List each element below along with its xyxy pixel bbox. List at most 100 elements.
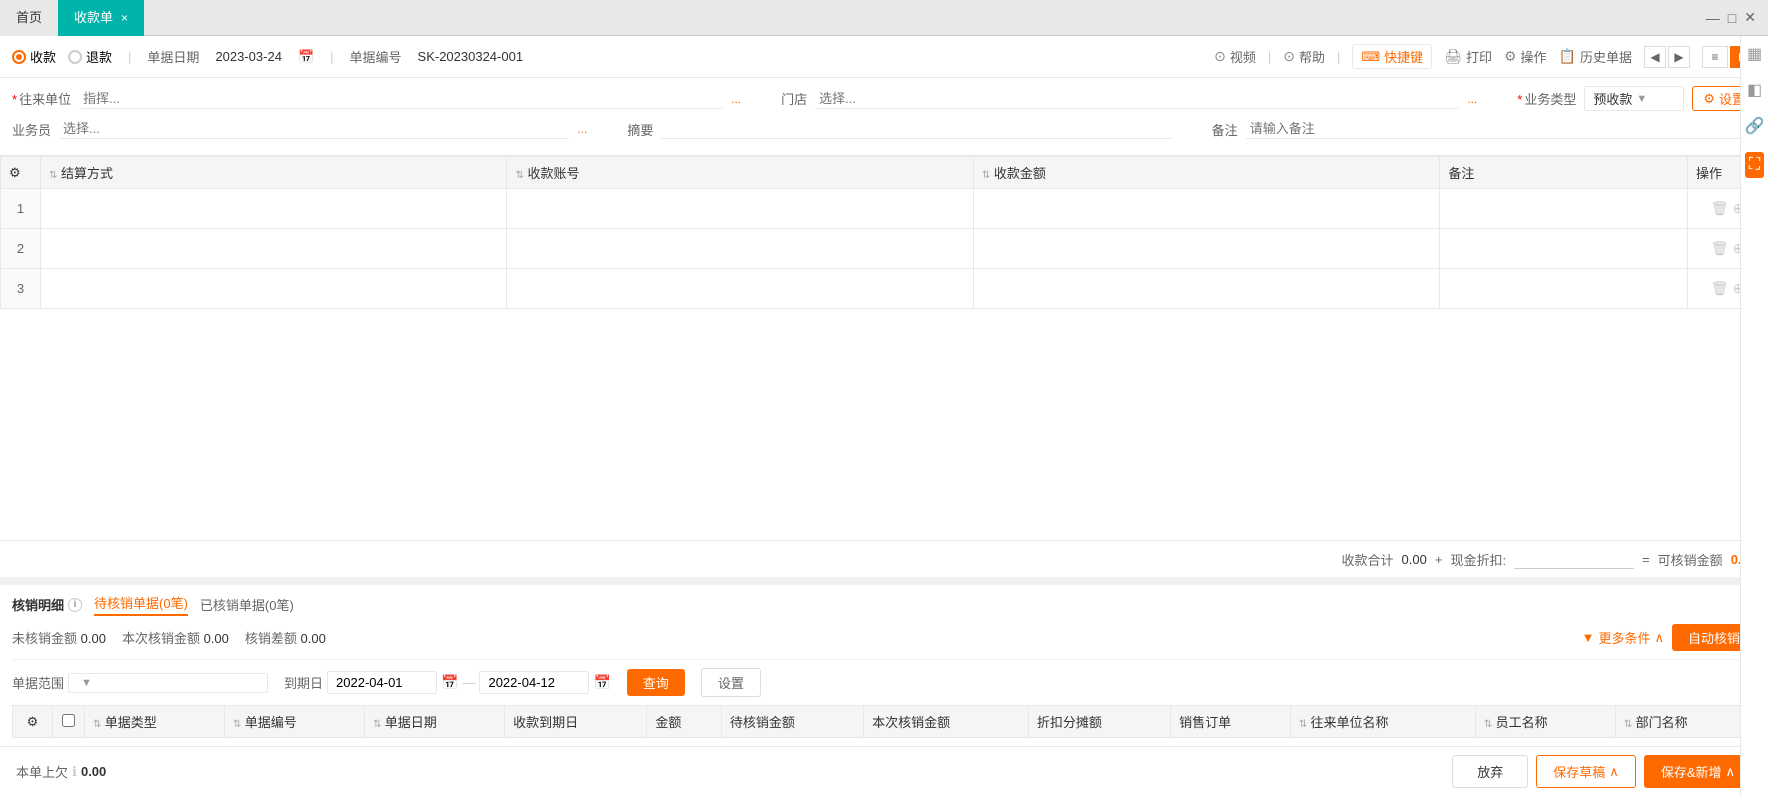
delete-icon-3[interactable]: 🗑 — [1711, 280, 1729, 297]
delete-icon-1[interactable]: 🗑 — [1711, 200, 1729, 217]
uncancelled-stat: 未核销金额 0.00 — [12, 628, 106, 647]
remark-cell-3[interactable] — [1440, 269, 1688, 309]
verify-info-icon[interactable]: i — [68, 598, 82, 612]
tab-home[interactable]: 首页 — [0, 0, 58, 36]
nav-prev-btn[interactable]: ◀ — [1644, 46, 1666, 68]
settlement-cell-2[interactable] — [41, 229, 507, 269]
range-select[interactable]: ▼ — [68, 673, 268, 693]
window-min-btn[interactable]: — — [1706, 10, 1720, 26]
shortcut-btn[interactable]: ⌨ 快捷键 — [1352, 44, 1432, 69]
current-label: 本次核销金额 — [122, 631, 200, 646]
salesperson-more-btn[interactable]: ... — [577, 122, 587, 136]
table-row: 1 🗑 ⊕ — [1, 189, 1768, 229]
radio-refund[interactable]: 退款 — [68, 47, 112, 66]
calendar-icon[interactable]: 📅 — [298, 49, 314, 65]
select-all-checkbox[interactable] — [62, 714, 75, 727]
salesperson-label: 业务员 — [12, 120, 51, 139]
video-btn[interactable]: ⊙ 视频 — [1214, 47, 1256, 66]
calendar-to-icon[interactable]: 📅 — [593, 674, 610, 691]
remark-cell-1[interactable] — [1440, 189, 1688, 229]
account-cell-2[interactable] — [507, 229, 973, 269]
sidebar-icon-expand[interactable]: ⛶ — [1745, 152, 1764, 178]
toolbar-sep2: | — [330, 49, 333, 64]
amount-cell-1[interactable] — [973, 189, 1439, 229]
delete-icon-2[interactable]: 🗑 — [1711, 240, 1729, 257]
counterpart-input[interactable] — [79, 89, 723, 109]
bth-amount-label: 金额 — [655, 715, 681, 730]
filter-row: 单据范围 ▼ 到期日 📅 — 📅 查询 设置 — [12, 659, 1756, 705]
th-gear[interactable]: ⚙ — [1, 157, 41, 189]
save-new-label: 保存&新增 — [1661, 762, 1722, 781]
th-amount: ⇅ 收款金额 — [973, 157, 1439, 189]
equals-sign: = — [1642, 552, 1650, 567]
query-btn[interactable]: 查询 — [627, 669, 685, 696]
sep4: | — [1337, 49, 1340, 64]
window-close-btn[interactable]: ✕ — [1744, 9, 1756, 26]
done-tab[interactable]: 已核销单据(0笔) — [200, 595, 294, 614]
abandon-btn[interactable]: 放弃 — [1452, 755, 1528, 788]
th-settlement-label: 结算方式 — [61, 166, 113, 181]
sidebar-icon-table[interactable]: ▦ — [1747, 44, 1762, 64]
store-more-btn[interactable]: ... — [1467, 92, 1477, 106]
date-from-input[interactable] — [327, 671, 437, 694]
history-btn[interactable]: 📋 历史单据 — [1559, 47, 1632, 66]
date-dash: — — [462, 675, 475, 690]
history-label: 历史单据 — [1580, 47, 1632, 66]
footer-info-icon[interactable]: ℹ — [72, 764, 77, 780]
date-to-input[interactable] — [479, 671, 589, 694]
th-amount-label: 收款金额 — [994, 166, 1046, 181]
amount-cell-2[interactable] — [973, 229, 1439, 269]
date-value[interactable]: 2023-03-24 — [215, 49, 282, 64]
business-type-chevron: ▼ — [1636, 93, 1647, 105]
main-table: ⚙ ⇅ 结算方式 ⇅ 收款账号 ⇅ 收款金额 备注 操作 — [0, 156, 1768, 309]
calendar-from-icon[interactable]: 📅 — [441, 674, 458, 691]
more-conditions-btn[interactable]: ▼ 更多条件 ∧ — [1582, 628, 1664, 647]
operation-btn[interactable]: ⚙ 操作 — [1504, 47, 1547, 66]
account-cell-1[interactable] — [507, 189, 973, 229]
diff-stat: 核销差额 0.00 — [245, 628, 326, 647]
save-draft-btn[interactable]: 保存草稿 ∧ — [1536, 755, 1636, 788]
setting-outline-btn[interactable]: 设置 — [701, 668, 761, 697]
business-type-select[interactable]: 预收款 ▼ — [1584, 86, 1684, 111]
bth-due-date-label: 收款到期日 — [513, 715, 578, 730]
bth-amount: 金额 — [647, 706, 722, 738]
bth-type-label: 单据类型 — [105, 715, 157, 730]
bth-number-label: 单据编号 — [245, 715, 297, 730]
discount-input[interactable] — [1514, 549, 1634, 569]
pending-tab[interactable]: 待核销单据(0笔) — [94, 593, 188, 616]
history-icon: 📋 — [1559, 48, 1576, 65]
window-max-btn[interactable]: □ — [1728, 10, 1736, 26]
summary-input[interactable] — [661, 119, 1171, 139]
settlement-cell-1[interactable] — [41, 189, 507, 229]
remark-cell-2[interactable] — [1440, 229, 1688, 269]
sort-icon-amount: ⇅ — [982, 170, 990, 181]
sidebar-icon-link[interactable]: 🔗 — [1745, 116, 1765, 136]
row-num-3: 3 — [1, 269, 41, 309]
tab-receipt[interactable]: 收款单 × — [58, 0, 144, 36]
type-radio-group: 收款 退款 — [12, 47, 112, 66]
radio-receipt[interactable]: 收款 — [12, 47, 56, 66]
tab-close-btn[interactable]: × — [121, 0, 128, 36]
shortcut-icon: ⌨ — [1361, 49, 1380, 65]
settlement-cell-3[interactable] — [41, 269, 507, 309]
bth-dept: ⇅ 部门名称 — [1615, 706, 1755, 738]
account-cell-3[interactable] — [507, 269, 973, 309]
bth-gear[interactable]: ⚙ — [13, 706, 53, 738]
remark-input[interactable] — [1246, 119, 1756, 139]
counterpart-more-btn[interactable]: ... — [731, 92, 741, 106]
amount-cell-3[interactable] — [973, 269, 1439, 309]
save-new-btn[interactable]: 保存&新增 ∧ — [1644, 755, 1752, 788]
nav-next-btn[interactable]: ▶ — [1668, 46, 1690, 68]
bth-dept-label: 部门名称 — [1636, 715, 1688, 730]
view-list-btn[interactable]: ≡ — [1702, 46, 1728, 68]
print-btn[interactable]: 🖨 打印 — [1444, 47, 1492, 66]
save-new-chevron: ∧ — [1725, 764, 1735, 780]
store-input[interactable] — [815, 89, 1459, 109]
form-row-2: 业务员 ... 摘要 备注 — [12, 119, 1756, 139]
bth-check[interactable] — [53, 706, 85, 738]
help-btn[interactable]: ⊙ 帮助 — [1283, 47, 1325, 66]
radio-refund-label: 退款 — [86, 47, 112, 66]
sidebar-icon-panel[interactable]: ◧ — [1747, 80, 1762, 100]
salesperson-input[interactable] — [59, 119, 569, 139]
tab-bar: 首页 收款单 × — □ ✕ — [0, 0, 1768, 36]
